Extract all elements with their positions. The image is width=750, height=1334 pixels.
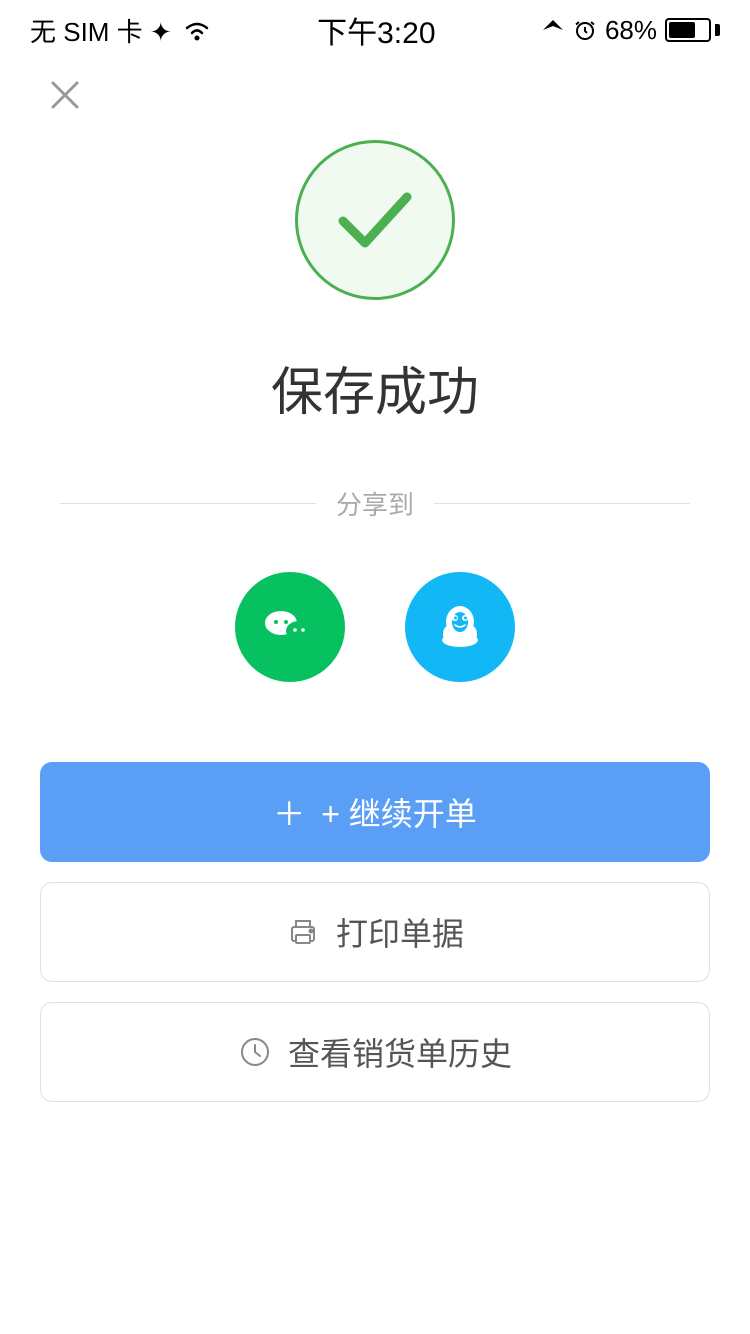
status-left: 无 SIM 卡 ✦ (30, 12, 212, 49)
plus-icon: ＋ (273, 789, 305, 835)
status-time: 下午3:20 (317, 8, 435, 52)
location-icon (541, 18, 565, 42)
battery-icon (665, 18, 720, 42)
wechat-icon (259, 596, 321, 658)
printer-icon (286, 915, 320, 949)
print-button[interactable]: 打印单据 (40, 882, 710, 982)
action-buttons: ＋ + 继续开单 打印单据 查看销货单历史 (0, 762, 750, 1102)
print-label: 打印单据 (336, 909, 464, 955)
close-button[interactable] (40, 70, 90, 120)
continue-label: + 继续开单 (321, 789, 477, 835)
status-bar: 无 SIM 卡 ✦ 下午3:20 68% (0, 0, 750, 60)
history-label: 查看销货单历史 (288, 1029, 512, 1075)
status-right: 68% (541, 15, 720, 46)
clock-icon (238, 1035, 272, 1069)
success-title: 保存成功 (271, 350, 479, 425)
divider-right (434, 503, 690, 504)
qq-share-button[interactable] (405, 572, 515, 682)
checkmark-icon (335, 185, 415, 255)
sim-text: 无 SIM 卡 ✦ (30, 12, 172, 49)
alarm-icon (573, 18, 597, 42)
qq-icon (429, 596, 491, 658)
share-icons (235, 572, 515, 682)
battery-text: 68% (605, 15, 657, 46)
success-circle (295, 140, 455, 300)
close-icon (47, 77, 83, 113)
wifi-icon (182, 18, 212, 42)
share-divider: 分享到 (0, 485, 750, 522)
history-button[interactable]: 查看销货单历史 (40, 1002, 710, 1102)
main-content: 保存成功 分享到 (0, 60, 750, 1102)
divider-left (60, 503, 316, 504)
continue-button[interactable]: ＋ + 继续开单 (40, 762, 710, 862)
share-label: 分享到 (316, 485, 434, 522)
wechat-share-button[interactable] (235, 572, 345, 682)
